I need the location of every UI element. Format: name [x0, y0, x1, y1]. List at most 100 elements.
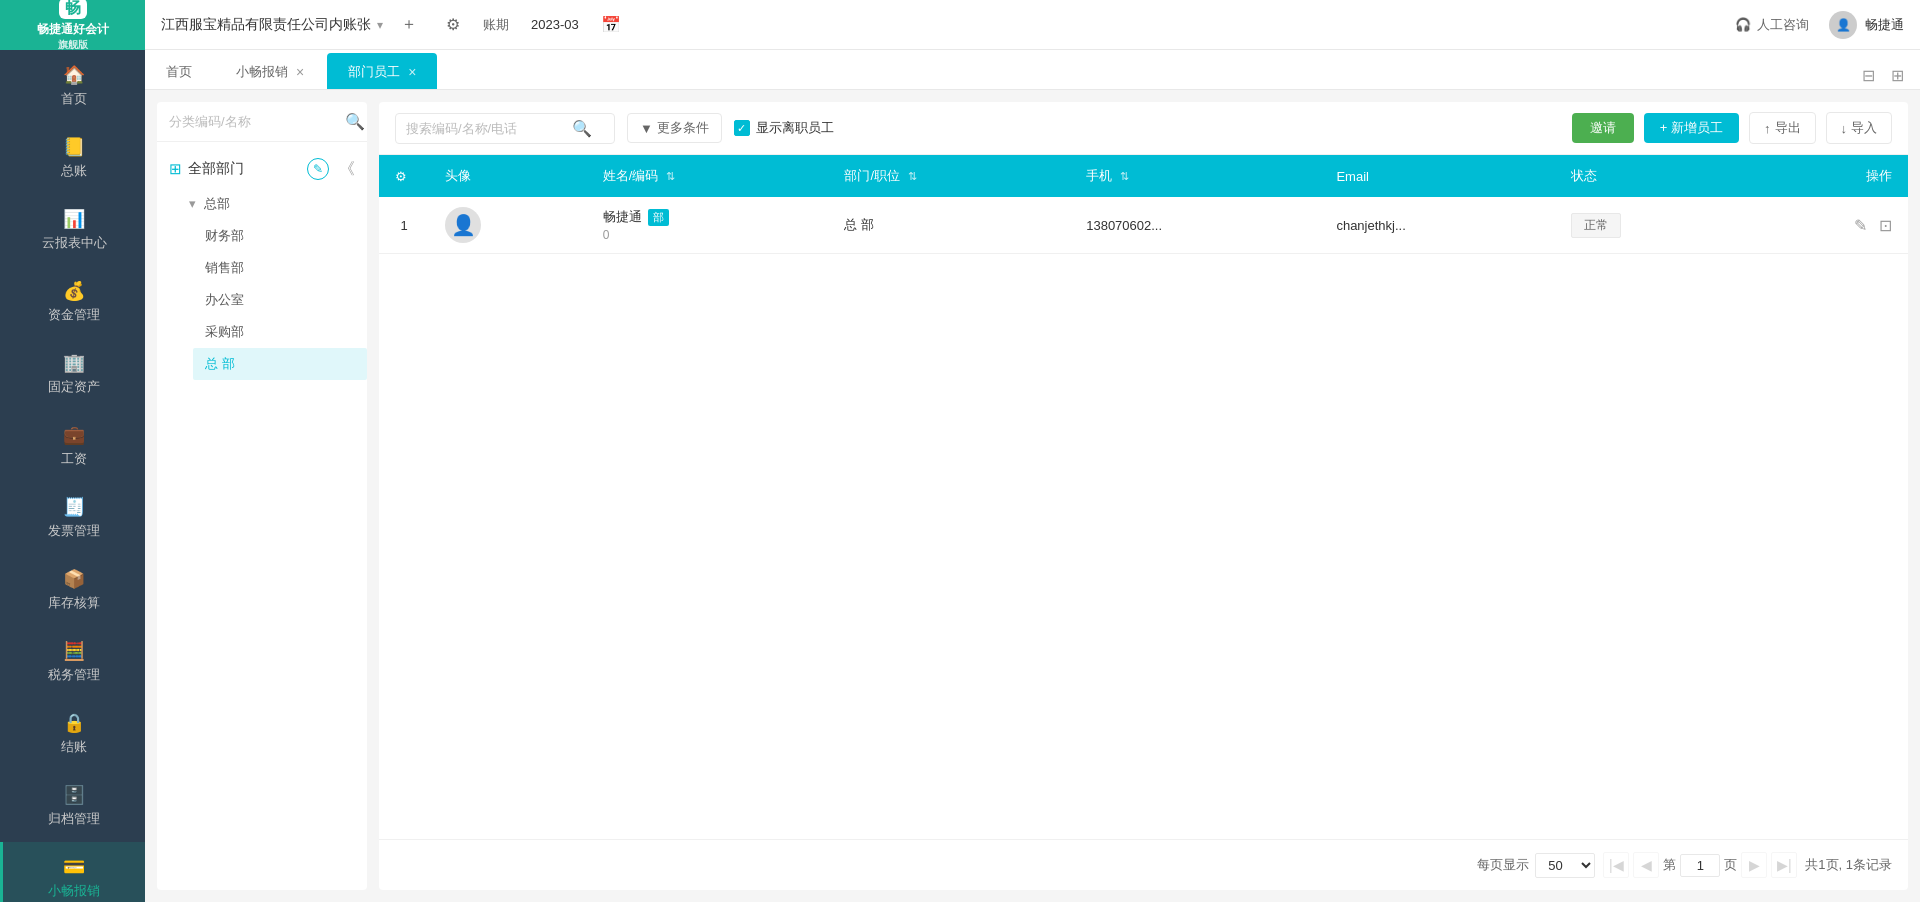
status-badge: 正常 — [1571, 213, 1621, 238]
company-dropdown-icon[interactable]: ▾ — [377, 18, 383, 32]
tab-minimize-icon[interactable]: ⊟ — [1858, 62, 1879, 89]
prev-page-button[interactable]: ◀ — [1633, 852, 1659, 878]
sidebar-item-home[interactable]: 🏠 首页 — [0, 50, 145, 122]
sidebar-item-funds[interactable]: 💰 资金管理 — [0, 266, 145, 338]
tab-expand-icon[interactable]: ⊞ — [1887, 62, 1908, 89]
sidebar-label-funds: 资金管理 — [48, 306, 100, 324]
tax-icon: 🧮 — [63, 640, 85, 662]
emp-dept: 总 部 — [844, 217, 874, 232]
next-page-button[interactable]: ▶ — [1741, 852, 1767, 878]
row-num-value: 1 — [400, 218, 407, 233]
sidebar-label-salary: 工资 — [61, 450, 87, 468]
dept-root-item[interactable]: ⊞ 全部部门 ✎ 《 — [157, 150, 367, 188]
dept-item-hq[interactable]: ▾ 总部 — [177, 188, 367, 220]
export-label: 导出 — [1775, 119, 1801, 137]
table-body: 1 👤 畅捷通 部 — [379, 197, 1908, 254]
show-resigned-toggle[interactable]: ✓ 显示离职员工 — [734, 119, 834, 137]
col-settings[interactable]: ⚙ — [379, 155, 429, 197]
dept-item-finance[interactable]: 财务部 — [193, 220, 367, 252]
page-content: 🔍 ⊞ 全部部门 ✎ 《 ▾ 总部 — [145, 90, 1920, 902]
sidebar-item-tax[interactable]: 🧮 税务管理 — [0, 626, 145, 698]
dept-finance-label: 财务部 — [205, 228, 244, 243]
sidebar-label-close: 结账 — [61, 738, 87, 756]
dept-item-general[interactable]: 总 部 — [193, 348, 367, 380]
logout-employee-button[interactable]: ⊡ — [1879, 216, 1892, 235]
dept-edit-icon[interactable]: ✎ — [307, 158, 329, 180]
tab-dept[interactable]: 部门员工 × — [327, 53, 437, 89]
edit-employee-button[interactable]: ✎ — [1854, 216, 1867, 235]
emp-search-input[interactable] — [406, 121, 566, 136]
dept-search-icon[interactable]: 🔍 — [345, 112, 365, 131]
service-label: 人工咨询 — [1757, 16, 1809, 34]
sidebar-item-inventory[interactable]: 📦 库存核算 — [0, 554, 145, 626]
invite-button[interactable]: 邀请 — [1572, 113, 1634, 143]
dept-collapse-icon[interactable]: 《 — [339, 159, 355, 180]
row-status-cell: 正常 — [1555, 197, 1745, 254]
dept-children: ▾ 总部 财务部 销售部 办公室 — [157, 188, 367, 380]
sidebar-label-home: 首页 — [61, 90, 87, 108]
filter-label: 更多条件 — [657, 119, 709, 137]
page-nav: |◀ ◀ 第 页 ▶ ▶| — [1603, 852, 1797, 878]
col-name-label: 姓名/编码 — [603, 168, 659, 183]
sidebar-item-expense[interactable]: 💳 小畅报销 — [0, 842, 145, 902]
dept-search-input[interactable] — [169, 114, 337, 129]
row-dept-cell: 总 部 — [828, 197, 1070, 254]
dept-item-office[interactable]: 办公室 — [193, 284, 367, 316]
settings-icon[interactable]: ⚙ — [439, 11, 467, 39]
tabs-bar: 首页 小畅报销 × 部门员工 × ⊟ ⊞ — [145, 50, 1920, 90]
col-dept-label: 部门/职位 — [844, 168, 900, 183]
page-size-selector: 每页显示 10 20 50 100 — [1477, 853, 1595, 878]
sidebar-item-invoice[interactable]: 🧾 发票管理 — [0, 482, 145, 554]
add-tab-button[interactable]: ＋ — [395, 11, 423, 39]
user-name: 畅捷通 — [1865, 16, 1904, 34]
col-settings-icon[interactable]: ⚙ — [395, 169, 407, 184]
sidebar-label-expense: 小畅报销 — [48, 882, 100, 900]
filter-button[interactable]: ▼ 更多条件 — [627, 113, 722, 143]
dept-sub-children: 财务部 销售部 办公室 采购部 — [177, 220, 367, 380]
col-name[interactable]: 姓名/编码 ⇅ — [587, 155, 829, 197]
page-total-info: 共1页, 1条记录 — [1805, 856, 1892, 874]
row-email-cell: chanjethkj... — [1320, 197, 1555, 254]
page-size-select[interactable]: 10 20 50 100 — [1535, 853, 1595, 878]
sidebar-label-reports: 云报表中心 — [42, 234, 107, 252]
dept-office-label: 办公室 — [205, 292, 244, 307]
col-email-label: Email — [1336, 169, 1369, 184]
assets-icon: 🏢 — [63, 352, 85, 374]
last-page-button[interactable]: ▶| — [1771, 852, 1797, 878]
sidebar-item-archive[interactable]: 🗄️ 归档管理 — [0, 770, 145, 842]
col-dept[interactable]: 部门/职位 ⇅ — [828, 155, 1070, 197]
col-phone-label: 手机 — [1086, 168, 1112, 183]
dept-item-purchase[interactable]: 采购部 — [193, 316, 367, 348]
col-phone[interactable]: 手机 ⇅ — [1070, 155, 1320, 197]
sidebar-item-reports[interactable]: 📊 云报表中心 — [0, 194, 145, 266]
import-icon: ↓ — [1841, 121, 1848, 136]
first-page-button[interactable]: |◀ — [1603, 852, 1629, 878]
phone-sort-icon[interactable]: ⇅ — [1120, 170, 1129, 182]
sidebar-item-close[interactable]: 🔒 结账 — [0, 698, 145, 770]
service-button[interactable]: 🎧 人工咨询 — [1735, 16, 1809, 34]
page-input[interactable] — [1680, 854, 1720, 877]
search-icon[interactable]: 🔍 — [572, 119, 592, 138]
tab-expense[interactable]: 小畅报销 × — [215, 53, 325, 89]
add-employee-button[interactable]: + 新增员工 — [1644, 113, 1739, 143]
calendar-icon[interactable]: 📅 — [601, 15, 621, 34]
tab-home[interactable]: 首页 — [145, 53, 213, 89]
sidebar-item-assets[interactable]: 🏢 固定资产 — [0, 338, 145, 410]
top-bar-actions: ＋ ⚙ 账期 2023-03 📅 — [395, 11, 621, 39]
sidebar-item-ledger[interactable]: 📒 总账 — [0, 122, 145, 194]
logo-area: 畅 畅捷通好会计 旗舰版 — [0, 0, 145, 50]
tab-dept-close-icon[interactable]: × — [408, 65, 416, 79]
name-sort-icon[interactable]: ⇅ — [666, 170, 675, 182]
import-button[interactable]: ↓ 导入 — [1826, 112, 1893, 144]
dept-sort-icon[interactable]: ⇅ — [908, 170, 917, 182]
tab-expense-close-icon[interactable]: × — [296, 65, 304, 79]
period-value: 2023-03 — [531, 17, 579, 32]
import-label: 导入 — [1851, 119, 1877, 137]
resigned-checkbox[interactable]: ✓ — [734, 120, 750, 136]
user-area[interactable]: 👤 畅捷通 — [1829, 11, 1904, 39]
dept-root-label: 全部部门 — [188, 160, 244, 178]
emp-name-row: 畅捷通 部 — [603, 208, 813, 226]
dept-item-sales[interactable]: 销售部 — [193, 252, 367, 284]
export-button[interactable]: ↑ 导出 — [1749, 112, 1816, 144]
sidebar-item-salary[interactable]: 💼 工资 — [0, 410, 145, 482]
